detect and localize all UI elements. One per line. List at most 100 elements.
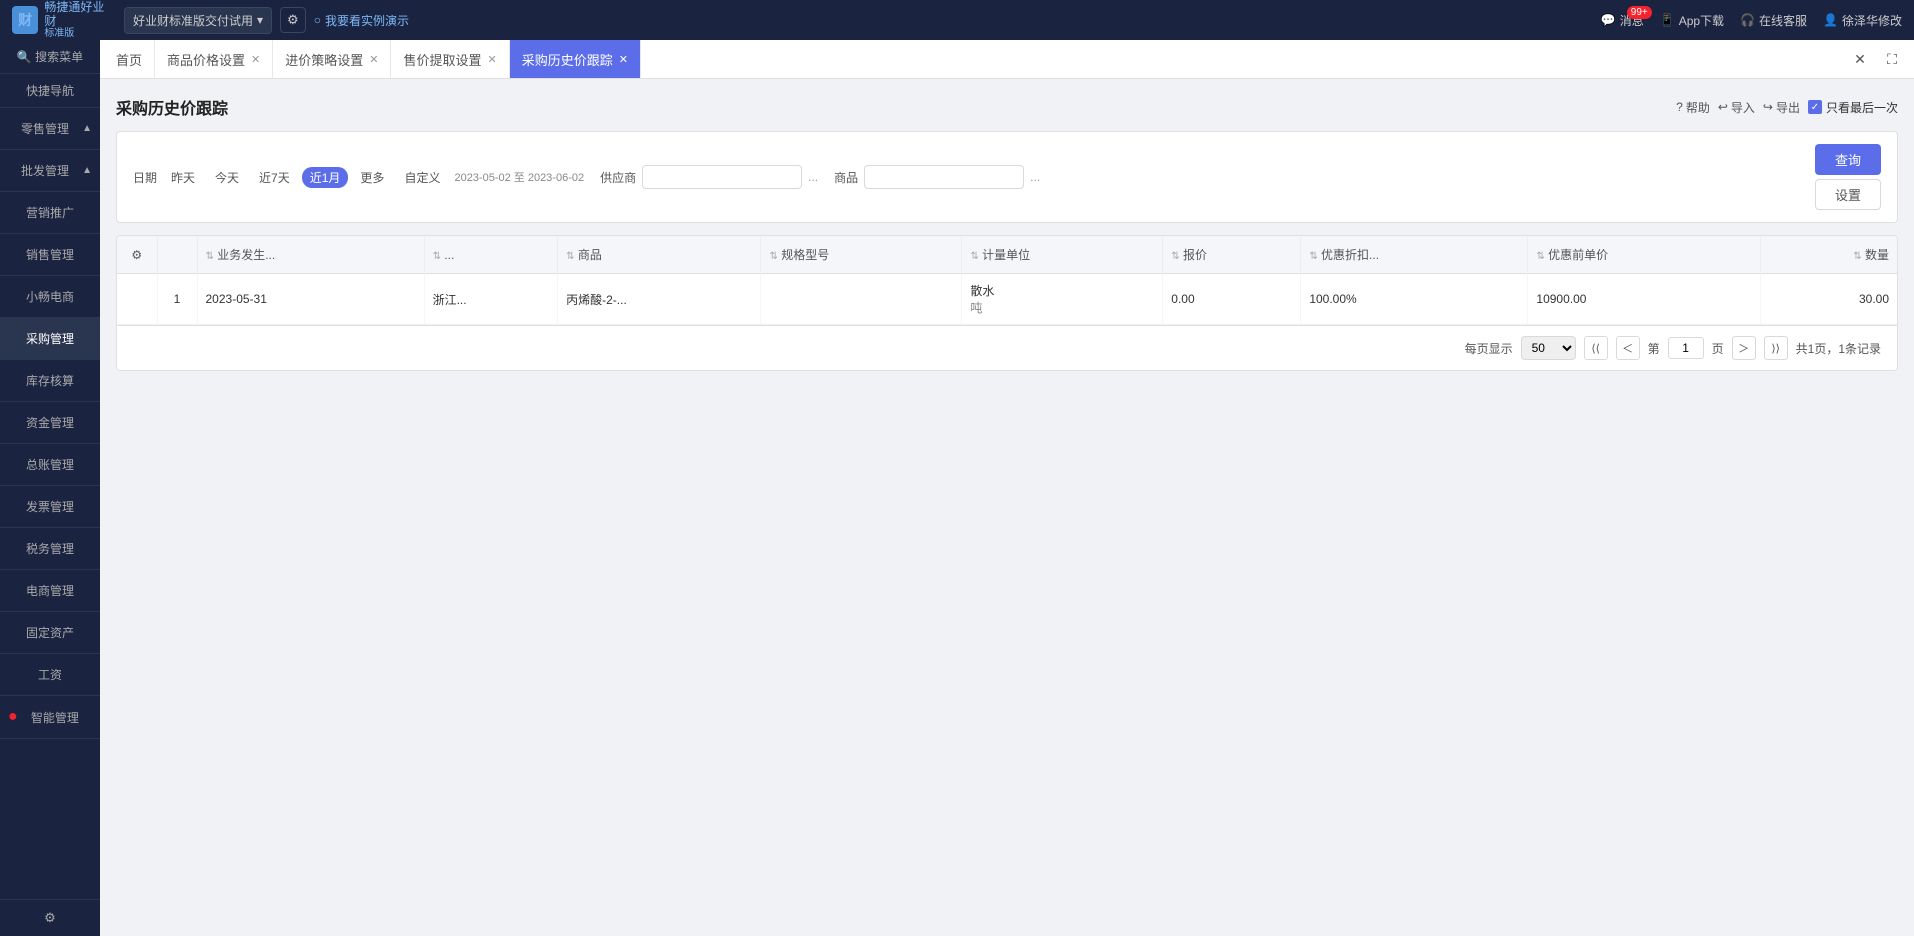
settings-button[interactable]: ⚙ xyxy=(280,7,306,33)
tab-bar: 首页 商品价格设置 ✕ 进价策略设置 ✕ 售价提取设置 ✕ 采购历史价跟踪 ✕ … xyxy=(100,40,1914,79)
col-header-date[interactable]: ⇅ 业务发生... xyxy=(197,236,424,274)
sidebar-item-sales[interactable]: 销售管理 xyxy=(0,234,100,276)
col-header-spec[interactable]: ⇅ 规格型号 xyxy=(761,236,962,274)
search-icon: 🔍 xyxy=(17,50,32,64)
sidebar-item-tax[interactable]: 税务管理 xyxy=(0,528,100,570)
version-selector[interactable]: 好业财标准版交付试用 ▾ xyxy=(124,7,272,34)
supplier-dots[interactable]: ... xyxy=(808,170,818,184)
online-service-label: 在线客服 xyxy=(1759,12,1807,29)
col-header-settings[interactable]: ⚙ xyxy=(117,236,157,274)
col-header-discount[interactable]: ⇅ 优惠折扣... xyxy=(1301,236,1528,274)
supplier-input[interactable] xyxy=(642,165,802,189)
sidebar-item-retail[interactable]: 零售管理 ▲ xyxy=(0,108,100,150)
tab-price-settings-close[interactable]: ✕ xyxy=(251,53,260,66)
only-last-checkbox[interactable]: ✓ 只看最后一次 xyxy=(1808,99,1898,116)
user-menu[interactable]: 👤 徐泽华修改 xyxy=(1823,12,1902,29)
sidebar-item-inventory[interactable]: 库存核算 xyxy=(0,360,100,402)
col-header-more[interactable]: ⇅ ... xyxy=(424,236,558,274)
date-filter-group: 日期 昨天 今天 近7天 近1月 更多 自定义 2023-05-02 至 202… xyxy=(133,167,584,188)
sidebar-quick-nav[interactable]: 快捷导航 xyxy=(0,74,100,108)
sidebar-item-smart-label: 智能管理 xyxy=(18,709,92,726)
sidebar-item-payroll-label: 工资 xyxy=(8,666,92,683)
pagination-bar: 每页显示 50 100 200 ⟨⟨ ＜ 第 页 ＞ ⟩⟩ 共1页，1条记录 xyxy=(117,325,1897,370)
col-header-quote[interactable]: ⇅ 报价 xyxy=(1163,236,1301,274)
sidebar-item-accounting[interactable]: 总账管理 xyxy=(0,444,100,486)
page-label-suffix: 页 xyxy=(1712,340,1724,357)
online-service-button[interactable]: 🎧 在线客服 xyxy=(1740,12,1807,29)
sidebar-item-wholesale-label: 批发管理 xyxy=(8,162,82,179)
col-header-pre-discount-price[interactable]: ⇅ 优惠前单价 xyxy=(1528,236,1760,274)
col-header-goods[interactable]: ⇅ 商品 xyxy=(558,236,761,274)
settings-config-button[interactable]: 设置 xyxy=(1815,179,1881,210)
sidebar-bottom-settings[interactable]: ⚙ xyxy=(0,899,100,936)
demo-label: 我要看实例演示 xyxy=(325,12,409,29)
tab-purchase-strategy-close[interactable]: ✕ xyxy=(369,53,378,66)
sidebar-quick-nav-label: 快捷导航 xyxy=(26,84,74,98)
date-btn-1month[interactable]: 近1月 xyxy=(302,167,349,188)
sidebar-item-invoice[interactable]: 发票管理 xyxy=(0,486,100,528)
tab-price-settings[interactable]: 商品价格设置 ✕ xyxy=(155,40,273,78)
demo-link[interactable]: ○ 我要看实例演示 xyxy=(314,12,409,29)
tab-home[interactable]: 首页 xyxy=(104,40,155,78)
col-header-quantity[interactable]: ⇅ 数量 xyxy=(1760,236,1897,274)
notification-badge: 99+ xyxy=(1627,6,1652,19)
date-filter-label: 日期 xyxy=(133,169,157,186)
sidebar-item-marketing-label: 营销推广 xyxy=(8,204,92,221)
goods-dots[interactable]: ... xyxy=(1030,170,1040,184)
import-button[interactable]: ↩ 导入 xyxy=(1718,99,1755,116)
page-next-button[interactable]: ＞ xyxy=(1732,336,1756,360)
chevron-retail-icon: ▲ xyxy=(82,123,92,134)
tab-close-all-button[interactable]: ✕ xyxy=(1846,45,1874,73)
tab-price-settings-label: 商品价格设置 xyxy=(167,50,245,69)
tab-right-controls: ✕ ⛶ xyxy=(1846,45,1910,73)
filter-buttons: 查询 设置 xyxy=(1815,144,1881,210)
query-button[interactable]: 查询 xyxy=(1815,144,1881,175)
date-btn-today[interactable]: 今天 xyxy=(207,167,247,188)
supplier-filter-group: 供应商 ... xyxy=(600,165,818,189)
sidebar-item-finance[interactable]: 资金管理 xyxy=(0,402,100,444)
per-page-select[interactable]: 50 100 200 xyxy=(1521,336,1576,360)
tab-purchase-history[interactable]: 采购历史价跟踪 ✕ xyxy=(510,40,641,78)
app-name: 畅捷通好业财 xyxy=(44,0,112,28)
page-last-button[interactable]: ⟩⟩ xyxy=(1764,336,1788,360)
sidebar-item-marketing[interactable]: 营销推广 xyxy=(0,192,100,234)
tab-expand-button[interactable]: ⛶ xyxy=(1878,45,1906,73)
sidebar-item-ecommerce-small[interactable]: 小畅电商 xyxy=(0,276,100,318)
page-prev-button[interactable]: ＜ xyxy=(1616,336,1640,360)
date-btn-custom[interactable]: 自定义 xyxy=(396,167,448,188)
export-button[interactable]: ↪ 导出 xyxy=(1763,99,1800,116)
col-header-unit[interactable]: ⇅ 计量单位 xyxy=(962,236,1163,274)
sidebar-item-payroll[interactable]: 工资 xyxy=(0,654,100,696)
sort-icon-goods: ⇅ xyxy=(566,251,574,262)
tab-purchase-strategy[interactable]: 进价策略设置 ✕ xyxy=(273,40,391,78)
sidebar-item-ecommerce[interactable]: 电商管理 xyxy=(0,570,100,612)
sidebar-item-purchase[interactable]: 采购管理 xyxy=(0,318,100,360)
app-download-button[interactable]: 📱 App下载 xyxy=(1660,12,1724,29)
goods-input[interactable] xyxy=(864,165,1024,189)
cell-goods: 丙烯酸-2-... xyxy=(558,274,761,325)
dot-icon: ● xyxy=(8,708,18,726)
chevron-wholesale-icon: ▲ xyxy=(82,165,92,176)
sidebar-item-wholesale[interactable]: 批发管理 ▲ xyxy=(0,150,100,192)
page-first-button[interactable]: ⟨⟨ xyxy=(1584,336,1608,360)
filter-row: 日期 昨天 今天 近7天 近1月 更多 自定义 2023-05-02 至 202… xyxy=(116,131,1898,223)
date-btn-more[interactable]: 更多 xyxy=(352,167,392,188)
app-download-label: App下载 xyxy=(1679,12,1724,29)
notification-button[interactable]: 💬 消息 99+ xyxy=(1601,12,1644,29)
tab-sale-price[interactable]: 售价提取设置 ✕ xyxy=(391,40,509,78)
cell-supplier: 浙江... xyxy=(424,274,558,325)
help-button[interactable]: ? 帮助 xyxy=(1676,99,1710,116)
page-number-input[interactable] xyxy=(1668,337,1704,359)
date-btn-yesterday[interactable]: 昨天 xyxy=(163,167,203,188)
tab-purchase-history-close[interactable]: ✕ xyxy=(619,53,628,66)
sidebar-search-label: 搜索菜单 xyxy=(35,50,83,64)
sidebar-item-assets[interactable]: 固定资产 xyxy=(0,612,100,654)
sidebar-search[interactable]: 🔍 搜索菜单 xyxy=(0,40,100,74)
cell-quote: 0.00 xyxy=(1163,274,1301,325)
tab-sale-price-close[interactable]: ✕ xyxy=(488,53,497,66)
help-label: 帮助 xyxy=(1686,99,1710,116)
sort-icon-unit: ⇅ xyxy=(970,251,978,262)
sidebar-item-tax-label: 税务管理 xyxy=(8,540,92,557)
date-btn-7days[interactable]: 近7天 xyxy=(251,167,298,188)
sidebar-item-smart[interactable]: ● 智能管理 xyxy=(0,696,100,739)
